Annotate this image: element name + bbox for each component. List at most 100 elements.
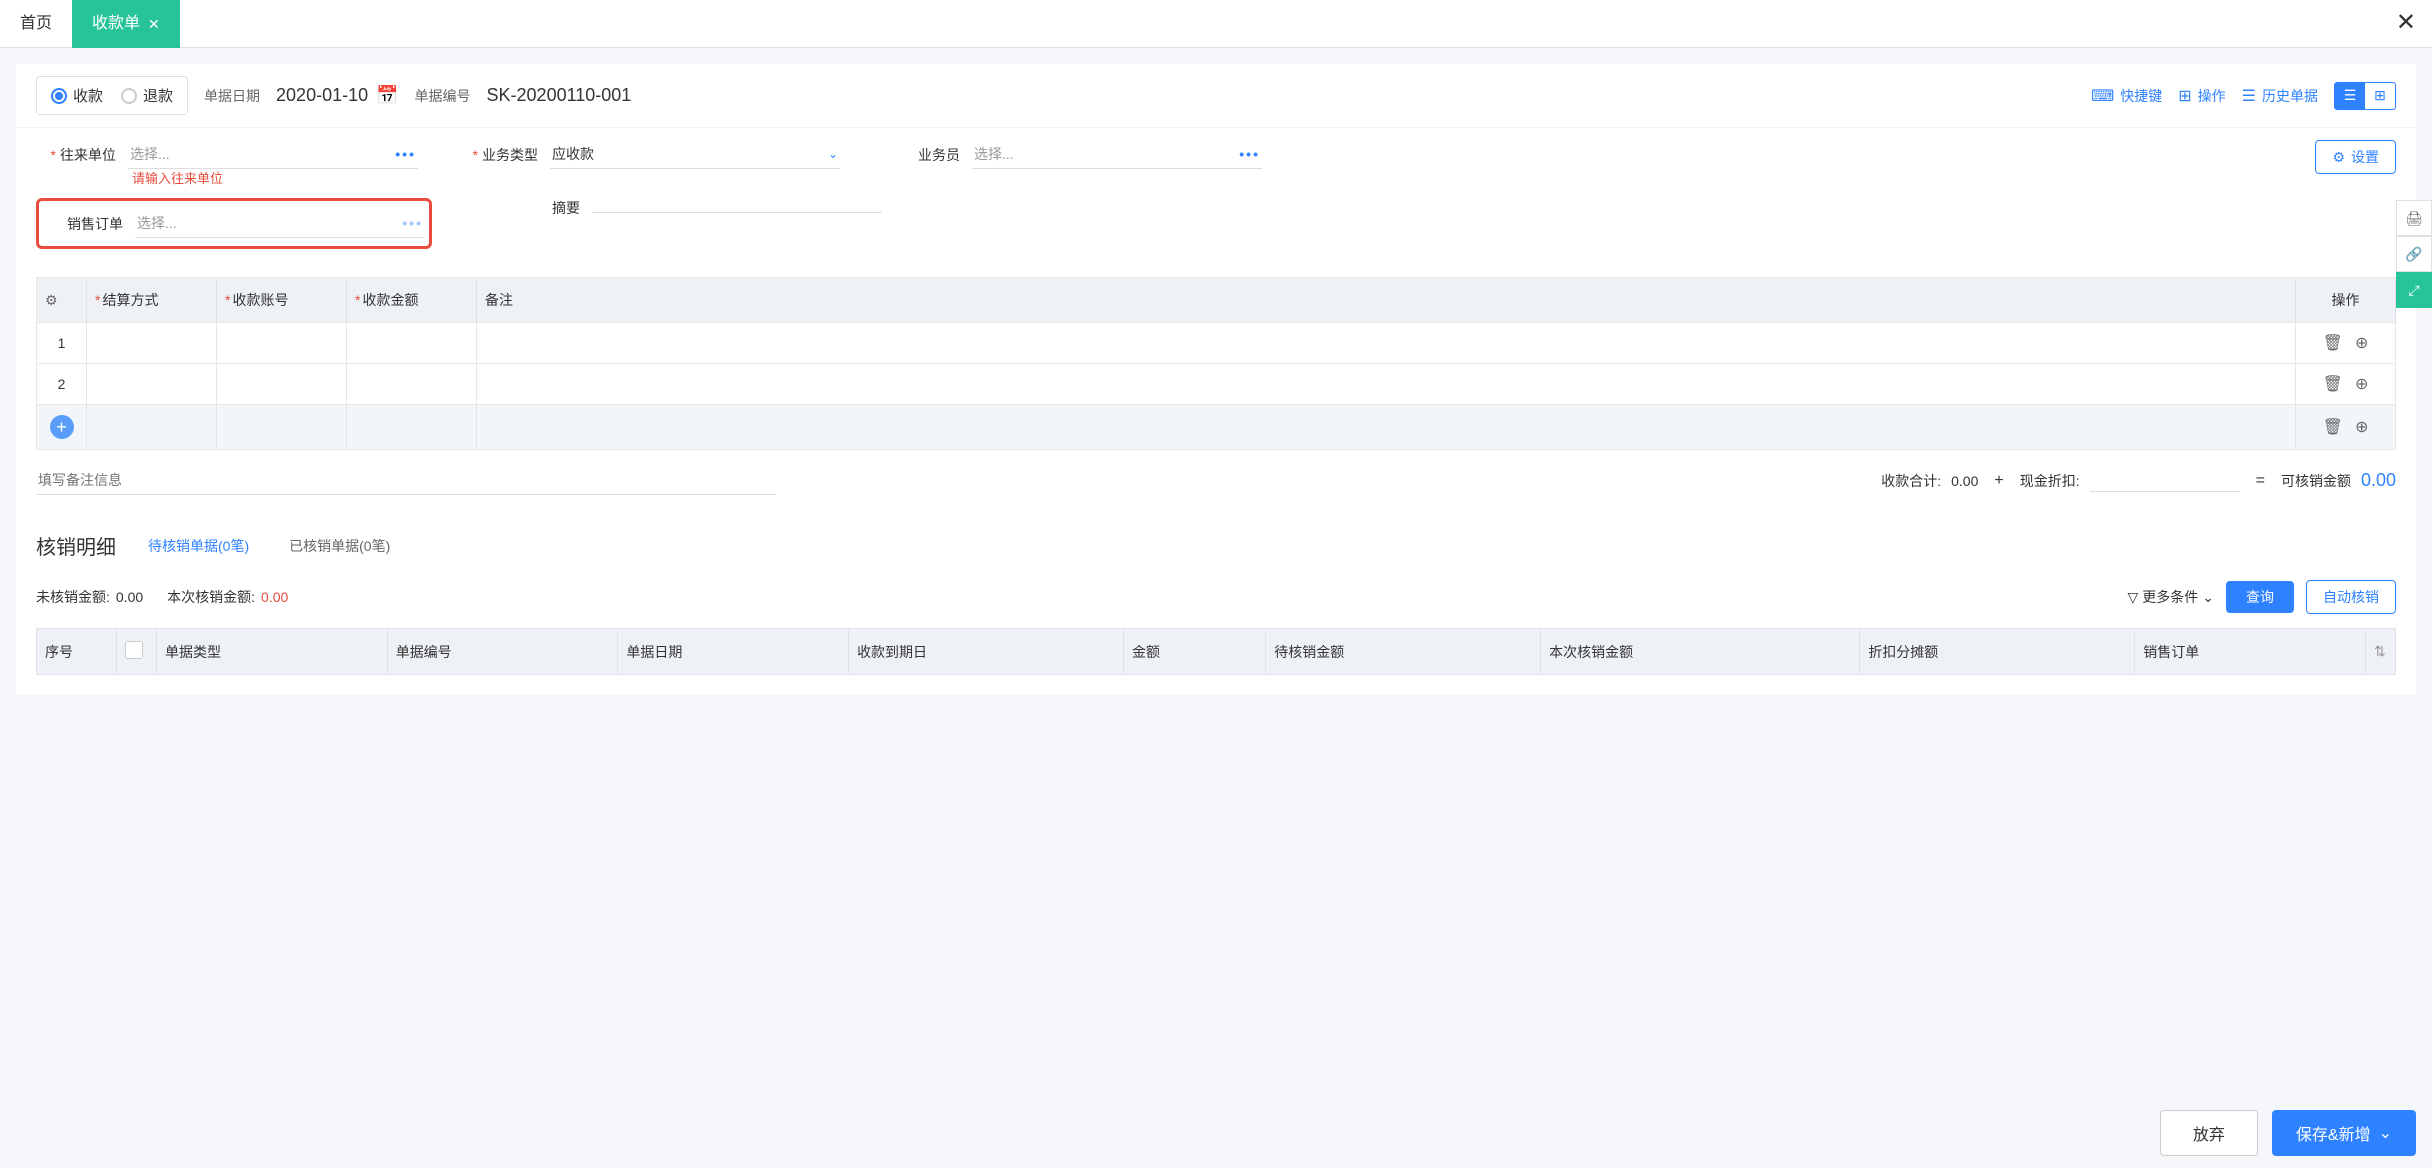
settings-button[interactable]: ⚙ 设置 <box>2315 140 2396 174</box>
ellipsis-icon: ••• <box>402 215 423 231</box>
cell-amount[interactable] <box>347 364 477 405</box>
more-cond-label: 更多条件 <box>2142 587 2198 607</box>
operation-button[interactable]: ⊞ 操作 <box>2178 86 2225 106</box>
copy-icon[interactable]: ⊕ <box>2355 374 2368 394</box>
radio-refund-label: 退款 <box>143 85 173 106</box>
date-value: 2020-01-10 <box>276 85 368 106</box>
close-tab-icon[interactable]: ✕ <box>148 0 160 48</box>
col-amount-header: 收款金额 <box>362 292 418 308</box>
cancel-button[interactable]: 放弃 <box>2160 1110 2258 1156</box>
tab-done[interactable]: 已核销单据(0笔) <box>281 532 398 560</box>
delete-icon[interactable]: 🗑 <box>2323 374 2343 394</box>
summary-input[interactable] <box>592 204 882 213</box>
history-button[interactable]: ☰ 历史单据 <box>2242 86 2318 106</box>
cell-account[interactable] <box>217 323 347 364</box>
receipt-type-radio-group: 收款 退款 <box>36 76 188 115</box>
history-label: 历史单据 <box>2262 86 2318 106</box>
tab-home[interactable]: 首页 <box>0 0 72 48</box>
chevron-down-icon: ⌄ <box>828 147 838 161</box>
radio-receive-label: 收款 <box>73 85 103 106</box>
list-icon: ☰ <box>2242 86 2256 106</box>
pending-amt-value: 0.00 <box>116 589 143 605</box>
more-conditions-button[interactable]: ▽ 更多条件 ⌄ <box>2127 587 2214 607</box>
view-list-button[interactable]: ☰ <box>2335 83 2365 109</box>
date-picker[interactable]: 2020-01-10 📅 <box>276 85 399 107</box>
cell-method[interactable] <box>87 364 217 405</box>
tab-receipt[interactable]: 收款单 ✕ <box>72 0 180 48</box>
available-value: 0.00 <box>2361 470 2396 491</box>
this-amt-label: 本次核销金额: <box>167 587 255 607</box>
total-label: 收款合计: <box>1881 471 1941 491</box>
cell-remark[interactable] <box>477 364 2296 405</box>
operation-label: 操作 <box>2198 86 2226 106</box>
view-card-button[interactable]: ⊞ <box>2365 83 2395 109</box>
chevron-down-icon: ⌄ <box>2202 589 2214 606</box>
equals-sign: = <box>2256 472 2265 490</box>
chevron-down-icon: ⌄ <box>2379 1123 2392 1143</box>
verify-section: 核销明细 待核销单据(0笔) 已核销单据(0笔) 未核销金额: 0.00 本次核… <box>16 511 2416 695</box>
sales-order-label: 销售订单 <box>43 214 123 234</box>
biz-type-label: 业务类型 <box>482 147 538 163</box>
side-print-icon[interactable]: 🖨 <box>2396 200 2432 236</box>
cell-amount[interactable] <box>347 323 477 364</box>
unit-select[interactable]: 选择... ••• <box>128 140 418 169</box>
sales-order-field: 销售订单 选择... ••• <box>43 209 425 238</box>
table-row: 2 🗑 ⊕ <box>37 364 2396 405</box>
radio-receive[interactable]: 收款 <box>51 85 103 106</box>
biz-type-select[interactable]: 应收款 ⌄ <box>550 140 840 169</box>
copy-icon[interactable]: ⊕ <box>2355 417 2368 437</box>
filter-icon: ▽ <box>2127 589 2138 606</box>
side-link-icon[interactable]: 🔗 <box>2396 236 2432 272</box>
shortcut-button[interactable]: ⌨ 快捷键 <box>2091 86 2162 106</box>
col-idx-header: 序号 <box>37 629 117 675</box>
sort-icon[interactable]: ⇅ <box>2374 643 2386 659</box>
row-index: 1 <box>37 323 87 364</box>
discount-input[interactable] <box>2090 470 2240 492</box>
sales-order-highlight: 销售订单 选择... ••• <box>36 198 432 249</box>
close-page-icon[interactable]: ✕ <box>2396 8 2416 37</box>
summary-row: 收款合计: 0.00 + 现金折扣: = 可核销金额 0.00 <box>16 450 2416 511</box>
payment-table: ⚙ *结算方式 *收款账号 *收款金额 备注 操作 1 🗑⊕ <box>36 277 2396 450</box>
unit-error-message: 请输入往来单位 <box>132 168 223 187</box>
side-expand-icon[interactable]: ⤢ <box>2396 272 2432 308</box>
col-account-header: 收款账号 <box>232 292 288 308</box>
save-button[interactable]: 保存&新增 ⌄ <box>2272 1110 2416 1156</box>
doc-no-value: SK-20200110-001 <box>487 85 632 106</box>
cell-remark[interactable] <box>477 323 2296 364</box>
salesperson-select[interactable]: 选择... ••• <box>972 140 1262 169</box>
shortcut-label: 快捷键 <box>2120 86 2162 106</box>
save-label: 保存&新增 <box>2296 1121 2371 1145</box>
total-value: 0.00 <box>1951 473 1978 489</box>
gear-icon[interactable]: ⚙ <box>45 292 58 308</box>
this-amt-value: 0.00 <box>261 589 288 605</box>
query-button[interactable]: 查询 <box>2226 581 2294 613</box>
tab-pending[interactable]: 待核销单据(0笔) <box>140 532 257 560</box>
summary-field: 摘要 <box>500 198 882 218</box>
delete-icon[interactable]: 🗑 <box>2323 333 2343 353</box>
salesperson-placeholder: 选择... <box>974 144 1014 164</box>
table-row: 1 🗑 ⊕ <box>37 323 2396 364</box>
biz-type-value: 应收款 <box>552 144 594 164</box>
available-label: 可核销金额 <box>2281 471 2351 491</box>
col-order-header: 销售订单 <box>2135 629 2366 675</box>
col-amount-header: 金额 <box>1124 629 1266 675</box>
summary-label: 摘要 <box>500 198 580 218</box>
sales-order-select[interactable]: 选择... ••• <box>135 209 425 238</box>
radio-icon-checked <box>51 88 67 104</box>
col-no-header: 单据编号 <box>387 629 618 675</box>
radio-refund[interactable]: 退款 <box>121 85 173 106</box>
remark-input[interactable] <box>36 466 776 495</box>
add-row-button[interactable]: + <box>50 415 74 439</box>
top-tabs: 首页 收款单 ✕ ✕ <box>0 0 2432 48</box>
date-label: 单据日期 <box>204 86 260 106</box>
col-type-header: 单据类型 <box>157 629 388 675</box>
calendar-icon: 📅 <box>376 85 398 106</box>
row-index: 2 <box>37 364 87 405</box>
cell-method[interactable] <box>87 323 217 364</box>
col-ops-header: 操作 <box>2296 278 2396 323</box>
select-all-checkbox[interactable] <box>125 641 143 659</box>
cell-account[interactable] <box>217 364 347 405</box>
copy-icon[interactable]: ⊕ <box>2355 333 2368 353</box>
auto-verify-button[interactable]: 自动核销 <box>2306 580 2396 614</box>
delete-icon[interactable]: 🗑 <box>2323 417 2343 437</box>
